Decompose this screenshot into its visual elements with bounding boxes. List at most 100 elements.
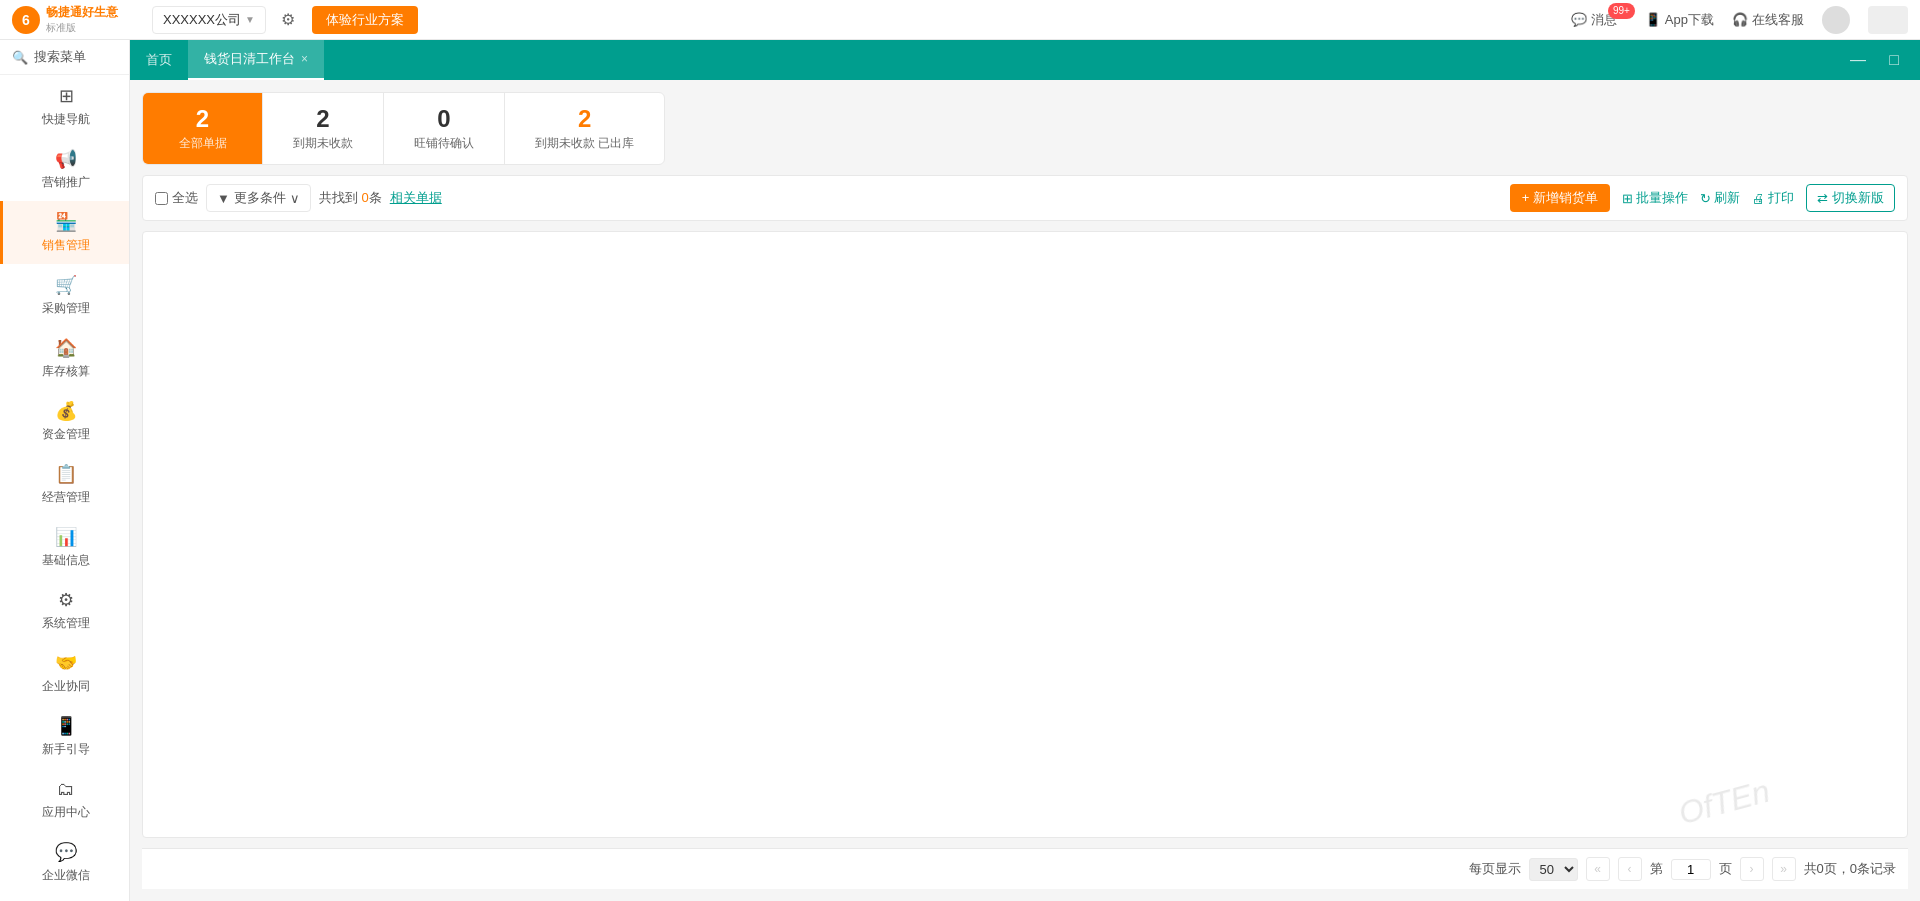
summary-card-overdue-unshipped[interactable]: 2 到期未收款 已出库 — [505, 93, 664, 164]
operations-label: 经营管理 — [42, 489, 90, 506]
toolbar: 全选 ▼ 更多条件 ∨ 共找到 0条 相关单据 + 新增销货单 ⊞ — [142, 175, 1908, 221]
sidebar-item-app-center[interactable]: 🗂 应用中心 — [0, 768, 129, 831]
sidebar-item-basic-info[interactable]: 📊 基础信息 — [0, 516, 129, 579]
purchase-label: 采购管理 — [42, 300, 90, 317]
user-info[interactable] — [1868, 6, 1908, 34]
refresh-button[interactable]: ↻ 刷新 — [1700, 189, 1740, 207]
toolbar-right: + 新增销货单 ⊞ 批量操作 ↻ 刷新 🖨 打印 ⇄ — [1510, 184, 1895, 212]
summary-card-overdue[interactable]: 2 到期未收款 — [263, 93, 384, 164]
overdue-unshipped-label: 到期未收款 已出库 — [535, 135, 634, 152]
overdue-label: 到期未收款 — [293, 135, 353, 152]
newbie-icon: 📱 — [55, 715, 77, 737]
per-page-label: 每页显示 — [1469, 860, 1521, 878]
marketing-icon: 📢 — [55, 148, 77, 170]
settings-button[interactable]: ⚙ — [274, 6, 302, 34]
tab-work-bench-label: 钱货日清工作台 — [204, 50, 295, 68]
prev-page-button[interactable]: ‹ — [1618, 857, 1642, 881]
print-icon: 🖨 — [1752, 191, 1765, 206]
last-page-button[interactable]: » — [1772, 857, 1796, 881]
summary-card-all[interactable]: 2 全部单据 — [143, 93, 263, 164]
select-all-label: 全选 — [172, 189, 198, 207]
sidebar-item-enterprise-coop[interactable]: 🤝 企业协同 — [0, 642, 129, 705]
sidebar-item-finance[interactable]: 💰 资金管理 — [0, 390, 129, 453]
wangpu-label: 旺铺待确认 — [414, 135, 474, 152]
sidebar-item-newbie[interactable]: 📱 新手引导 — [0, 705, 129, 768]
sidebar-item-sys-mgmt[interactable]: ⚙ 系统管理 — [0, 579, 129, 642]
inventory-icon: 🏠 — [55, 337, 77, 359]
avatar[interactable] — [1822, 6, 1850, 34]
purchase-icon: 🛒 — [55, 274, 77, 296]
basic-info-label: 基础信息 — [42, 552, 90, 569]
sidebar-item-purchase[interactable]: 🛒 采购管理 — [0, 264, 129, 327]
app-download-label: App下载 — [1665, 11, 1714, 29]
filter-arrow-icon: ∨ — [290, 191, 300, 206]
pagination: 每页显示 50 « ‹ 第 页 › » 共0页，0条记录 — [142, 848, 1908, 889]
search-icon: 🔍 — [12, 50, 28, 65]
all-label: 全部单据 — [173, 135, 232, 152]
batch-op-button[interactable]: ⊞ 批量操作 — [1622, 189, 1688, 207]
next-page-button[interactable]: › — [1740, 857, 1764, 881]
logo-area: 6 畅捷通好生意 标准版 — [12, 4, 142, 35]
select-all-checkbox[interactable]: 全选 — [155, 189, 198, 207]
sidebar-item-marketing[interactable]: 📢 营销推广 — [0, 138, 129, 201]
message-icon: 💬 — [1571, 12, 1587, 27]
switch-version-button[interactable]: ⇄ 切换新版 — [1806, 184, 1895, 212]
sidebar-item-member[interactable]: V 畅会员 — [0, 894, 129, 901]
sidebar-item-enterprise-wx[interactable]: 💬 企业微信 — [0, 831, 129, 894]
sys-mgmt-label: 系统管理 — [42, 615, 90, 632]
tab-close-icon[interactable]: × — [301, 52, 308, 66]
online-service-button[interactable]: 🎧 在线客服 — [1732, 11, 1804, 29]
overdue-unshipped-count: 2 — [535, 105, 634, 133]
app-download-button[interactable]: 📱 App下载 — [1645, 11, 1714, 29]
summary-card-wangpu[interactable]: 0 旺铺待确认 — [384, 93, 505, 164]
message-button[interactable]: 💬 消息 99+ — [1561, 11, 1627, 29]
tab-home[interactable]: 首页 — [130, 40, 188, 80]
filter-label: 更多条件 — [234, 189, 286, 207]
logo-text: 畅捷通好生意 标准版 — [46, 4, 118, 35]
logo-icon: 6 — [12, 6, 40, 34]
content-area: 首页 钱货日清工作台 × — □ 2 全部单据 2 到期未收款 — [130, 40, 1920, 901]
search-menu-label: 搜索菜单 — [34, 48, 86, 66]
all-count: 2 — [173, 105, 232, 133]
service-icon: 🎧 — [1732, 12, 1748, 27]
minimize-button[interactable]: — — [1844, 46, 1872, 74]
tab-bar: 首页 钱货日清工作台 × — □ — [130, 40, 1920, 80]
enterprise-wx-label: 企业微信 — [42, 867, 90, 884]
sidebar-item-inventory[interactable]: 🏠 库存核算 — [0, 327, 129, 390]
related-bill-link[interactable]: 相关单据 — [390, 189, 442, 207]
trial-button[interactable]: 体验行业方案 — [312, 6, 418, 34]
page-input[interactable] — [1671, 859, 1711, 880]
sales-icon: 🏪 — [55, 211, 77, 233]
sales-label: 销售管理 — [42, 237, 90, 254]
summary-cards: 2 全部单据 2 到期未收款 0 旺铺待确认 2 到期未收款 已出库 — [142, 92, 665, 165]
table-empty — [143, 232, 1907, 837]
message-badge: 99+ — [1608, 3, 1635, 19]
maximize-button[interactable]: □ — [1880, 46, 1908, 74]
quick-nav-icon: ⊞ — [55, 85, 77, 107]
online-service-label: 在线客服 — [1752, 11, 1804, 29]
batch-icon: ⊞ — [1622, 191, 1633, 206]
select-all-input[interactable] — [155, 192, 168, 205]
tab-home-label: 首页 — [146, 51, 172, 69]
sidebar-item-quick-nav[interactable]: ⊞ 快捷导航 — [0, 75, 129, 138]
sidebar-item-operations[interactable]: 📋 经营管理 — [0, 453, 129, 516]
search-menu[interactable]: 🔍 搜索菜单 — [0, 40, 129, 75]
tab-work-bench[interactable]: 钱货日清工作台 × — [188, 40, 324, 80]
sidebar-item-sales[interactable]: 🏪 销售管理 — [0, 201, 129, 264]
basic-info-icon: 📊 — [55, 526, 77, 548]
print-button[interactable]: 🖨 打印 — [1752, 189, 1794, 207]
add-sales-bill-button[interactable]: + 新增销货单 — [1510, 184, 1610, 212]
company-name: XXXXXX公司 — [163, 11, 241, 29]
page-suffix: 页 — [1719, 860, 1732, 878]
operations-icon: 📋 — [55, 463, 77, 485]
filter-button[interactable]: ▼ 更多条件 ∨ — [206, 184, 311, 212]
quick-nav-label: 快捷导航 — [42, 111, 90, 128]
found-count: 0 — [362, 190, 369, 205]
page-size-select[interactable]: 50 — [1529, 858, 1578, 881]
newbie-label: 新手引导 — [42, 741, 90, 758]
finance-icon: 💰 — [55, 400, 77, 422]
sys-mgmt-icon: ⚙ — [55, 589, 77, 611]
app-center-label: 应用中心 — [42, 804, 90, 821]
company-selector[interactable]: XXXXXX公司 ▼ — [152, 6, 266, 34]
first-page-button[interactable]: « — [1586, 857, 1610, 881]
